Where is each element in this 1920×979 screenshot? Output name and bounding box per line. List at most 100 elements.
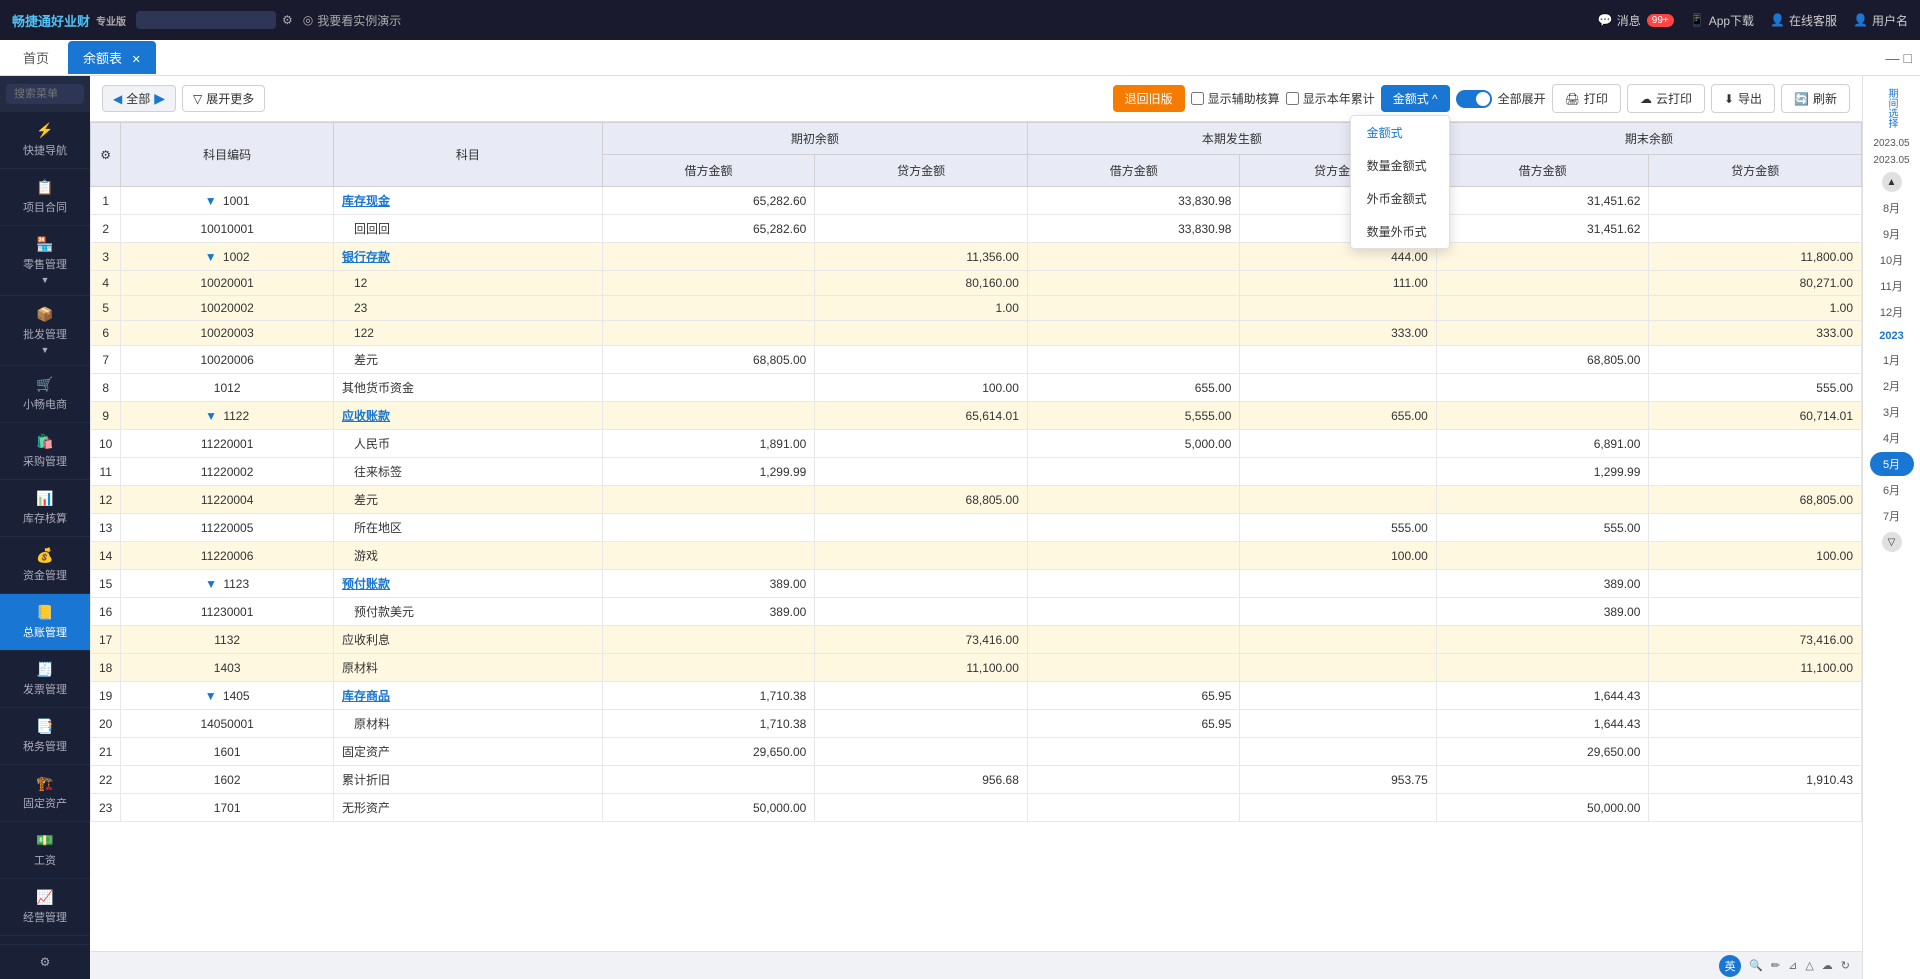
month-8[interactable]: 8月: [1870, 196, 1914, 220]
month-12[interactable]: 12月: [1870, 300, 1914, 324]
month-6[interactable]: 6月: [1870, 478, 1914, 502]
sidebar-item-ledger[interactable]: 📒 总账管理: [0, 594, 90, 651]
sidebar-item-capital[interactable]: 💰 资金管理: [0, 537, 90, 594]
month-11[interactable]: 11月: [1870, 274, 1914, 298]
bottom-cloud-icon[interactable]: △: [1805, 959, 1813, 972]
bottom-sync-icon[interactable]: ⊿: [1788, 959, 1797, 972]
amount-mode-btn[interactable]: 金额式 ^: [1381, 85, 1450, 112]
bottom-zoom-icon[interactable]: 🔍: [1749, 959, 1763, 972]
subject-cell[interactable]: 差元: [333, 346, 602, 374]
month-9[interactable]: 9月: [1870, 222, 1914, 246]
online-service-btn[interactable]: 👤 在线客服: [1770, 12, 1837, 29]
subject-cell[interactable]: 应收利息: [333, 626, 602, 654]
subject-cell[interactable]: 原材料: [333, 654, 602, 682]
subject-cell[interactable]: 差元: [333, 486, 602, 514]
sidebar-item-purchase[interactable]: 🛍️ 采购管理: [0, 423, 90, 480]
tab-close-icon[interactable]: ✕: [132, 54, 141, 66]
month-7[interactable]: 7月: [1870, 504, 1914, 528]
subject-code-cell: ▼ 1001: [121, 187, 334, 215]
settings-col-header[interactable]: ⚙: [91, 123, 121, 187]
period-expand-up-btn[interactable]: ▲: [1882, 172, 1902, 192]
subject-cell[interactable]: 人民币: [333, 430, 602, 458]
dropdown-item-qty-amount[interactable]: 数量金额式: [1351, 149, 1449, 182]
sidebar-settings-btn[interactable]: ⚙: [0, 944, 90, 979]
tab-home[interactable]: 首页: [8, 41, 64, 74]
subject-cell[interactable]: 累计折旧: [333, 766, 602, 794]
month-2[interactable]: 2月: [1870, 374, 1914, 398]
subject-cell[interactable]: 预付款美元: [333, 598, 602, 626]
period-start[interactable]: 2023.05: [1871, 136, 1911, 151]
export-btn[interactable]: ⬇ 导出: [1711, 84, 1775, 113]
cloud-print-btn[interactable]: ☁ 云打印: [1627, 84, 1705, 113]
subject-cell[interactable]: 往来标签: [333, 458, 602, 486]
refresh-btn[interactable]: 🔄 刷新: [1781, 84, 1850, 113]
subject-cell[interactable]: 其他货币资金: [333, 374, 602, 402]
month-3[interactable]: 3月: [1870, 400, 1914, 424]
subject-cell[interactable]: 应收账款: [333, 402, 602, 430]
bottom-lang-btn[interactable]: 英: [1719, 955, 1741, 977]
open-credit-cell: [815, 215, 1028, 243]
subject-cell[interactable]: 固定资产: [333, 738, 602, 766]
expand-all-toggle[interactable]: 全部展开: [1456, 90, 1546, 108]
message-btn[interactable]: 💬 消息 99+: [1598, 12, 1674, 29]
year-2023[interactable]: 2023: [1870, 326, 1914, 346]
sidebar-item-ops[interactable]: 📈 经营管理: [0, 879, 90, 936]
maximize-btn[interactable]: □: [1904, 50, 1912, 66]
sidebar-item-sales-report[interactable]: 📃 小畅报销: [0, 936, 90, 944]
month-5[interactable]: 5月: [1870, 452, 1914, 476]
subject-cell[interactable]: 122: [333, 321, 602, 346]
bottom-refresh-icon[interactable]: ↻: [1841, 959, 1850, 972]
closing-balance-header: 期末余额: [1436, 123, 1861, 155]
sidebar-item-project-contract[interactable]: 📋 项目合同: [0, 169, 90, 226]
bottom-edit-icon[interactable]: ✏: [1771, 959, 1780, 972]
subject-cell[interactable]: 游戏: [333, 542, 602, 570]
tab-balance-sheet[interactable]: 余额表 ✕: [68, 41, 156, 74]
subject-cell[interactable]: 23: [333, 296, 602, 321]
sidebar-search-input[interactable]: [6, 84, 84, 104]
period-expand-down-btn[interactable]: ▽: [1882, 532, 1902, 552]
expand-more-btn[interactable]: ▽ 展开更多: [182, 85, 265, 112]
subject-cell[interactable]: 预付账款: [333, 570, 602, 598]
sidebar-item-quick-nav[interactable]: ⚡ 快捷导航: [0, 112, 90, 169]
sidebar-item-wholesale[interactable]: 📦 批发管理 ▼: [0, 296, 90, 366]
sidebar-item-retail[interactable]: 🏪 零售管理 ▼: [0, 226, 90, 296]
back-to-old-btn[interactable]: 退回旧版: [1113, 85, 1185, 112]
month-4[interactable]: 4月: [1870, 426, 1914, 450]
minimize-btn[interactable]: —: [1886, 50, 1900, 66]
main-layout: ⚡ 快捷导航 📋 项目合同 🏪 零售管理 ▼ 📦 批发管理 ▼: [0, 76, 1920, 979]
subject-cell[interactable]: 所在地区: [333, 514, 602, 542]
subject-cell[interactable]: 回回回: [333, 215, 602, 243]
dropdown-item-foreign-amount[interactable]: 外币金额式: [1351, 182, 1449, 215]
user-avatar[interactable]: 👤 用户名: [1853, 12, 1908, 29]
print-btn[interactable]: 🖨 打印: [1552, 84, 1621, 113]
top-search-input[interactable]: [136, 11, 276, 29]
sidebar-item-ecommerce[interactable]: 🛒 小畅电商: [0, 366, 90, 423]
sidebar-item-inventory[interactable]: 📊 库存核算: [0, 480, 90, 537]
subject-cell[interactable]: 原材料: [333, 710, 602, 738]
period-end[interactable]: 2023.05: [1871, 153, 1911, 168]
app-download-btn[interactable]: 📱 App下载: [1690, 12, 1754, 29]
subject-code-cell: 1132: [121, 626, 334, 654]
subject-cell[interactable]: 12: [333, 271, 602, 296]
subject-cell[interactable]: 银行存款: [333, 243, 602, 271]
dropdown-item-qty-foreign[interactable]: 数量外币式: [1351, 215, 1449, 248]
curr-debit-cell: [1027, 570, 1240, 598]
toggle-control[interactable]: [1456, 90, 1492, 108]
dropdown-item-amount[interactable]: 金额式: [1351, 116, 1449, 149]
sidebar-item-payroll[interactable]: 💵 工资: [0, 822, 90, 879]
top-settings-icon[interactable]: ⚙: [282, 13, 293, 27]
show-aux-checkbox[interactable]: 显示辅助核算: [1191, 90, 1280, 107]
search-all-btn[interactable]: ◀ 全部 ▶: [102, 85, 176, 112]
sidebar-item-tax[interactable]: 📑 税务管理: [0, 708, 90, 765]
bottom-cloud2-icon[interactable]: ☁: [1822, 959, 1833, 972]
sidebar-item-invoice[interactable]: 🧾 发票管理: [0, 651, 90, 708]
demo-link[interactable]: ◎ 我要看实例演示: [303, 12, 402, 29]
subject-cell[interactable]: 库存商品: [333, 682, 602, 710]
month-1[interactable]: 1月: [1870, 348, 1914, 372]
subject-cell[interactable]: 库存现金: [333, 187, 602, 215]
month-10[interactable]: 10月: [1870, 248, 1914, 272]
close-debit-cell: 29,650.00: [1436, 738, 1649, 766]
sidebar-item-fixed-assets[interactable]: 🏗️ 固定资产: [0, 765, 90, 822]
subject-cell[interactable]: 无形资产: [333, 794, 602, 822]
show-ytd-checkbox[interactable]: 显示本年累计: [1286, 90, 1375, 107]
